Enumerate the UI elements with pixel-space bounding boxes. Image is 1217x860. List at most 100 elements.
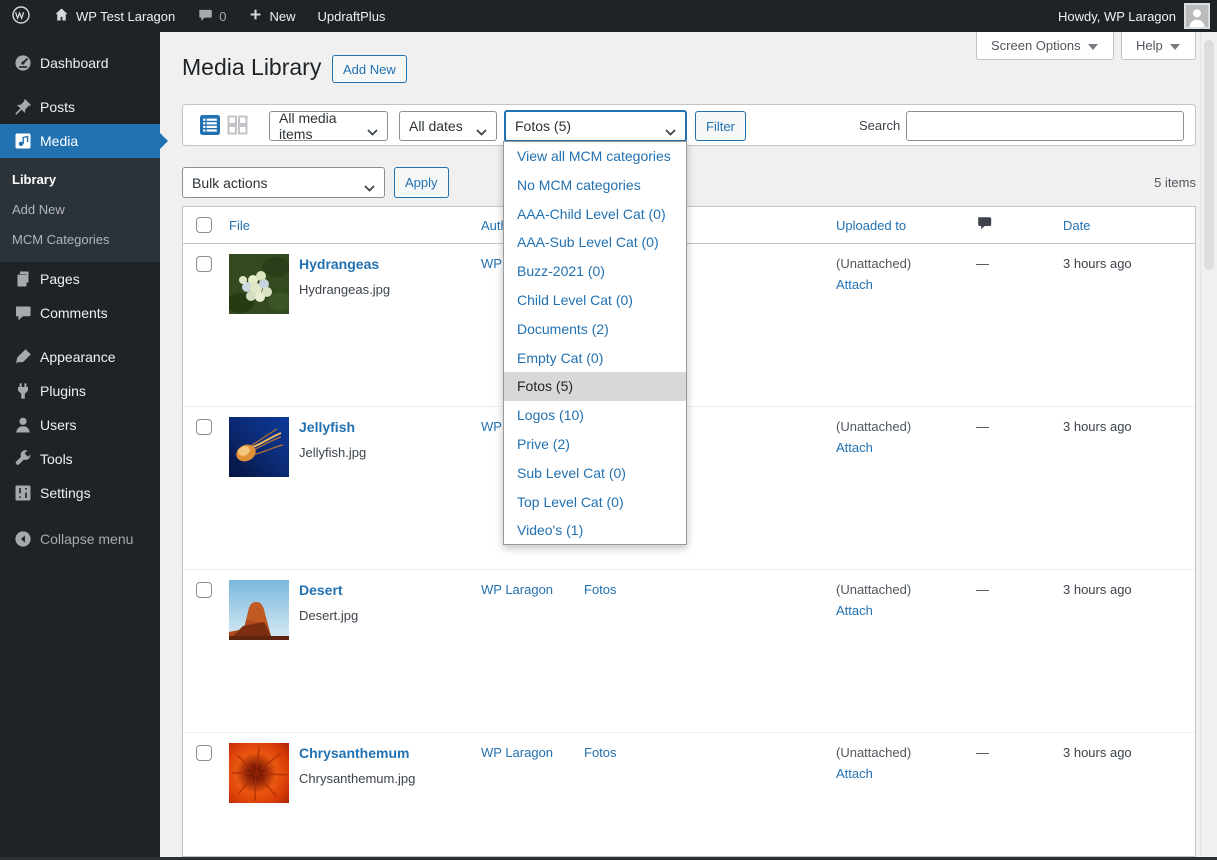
select-all-checkbox[interactable] <box>196 217 212 233</box>
comments-cell: — <box>963 733 1050 856</box>
row-checkbox[interactable] <box>196 419 212 435</box>
sidebar-item-users[interactable]: Users <box>0 408 160 442</box>
bulk-actions-select[interactable]: Bulk actions <box>182 167 385 198</box>
howdy-account-menu[interactable]: Howdy, WP Laragon <box>1058 9 1176 24</box>
media-title-link[interactable]: Chrysanthemum <box>299 745 409 761</box>
sidebar-item-add-new[interactable]: Add New <box>0 195 160 225</box>
media-title-link[interactable]: Jellyfish <box>299 419 355 435</box>
scrollbar-track[interactable] <box>1200 32 1217 860</box>
unattached-label: (Unattached) <box>836 419 912 434</box>
media-thumbnail-jellyfish[interactable] <box>229 417 289 477</box>
dropdown-option[interactable]: Buzz-2021 (0) <box>504 257 686 286</box>
row-checkbox[interactable] <box>196 745 212 761</box>
list-view-button[interactable] <box>200 115 220 135</box>
grid-view-button[interactable] <box>227 115 248 135</box>
file-cell: Desert Desert.jpg <box>216 570 468 732</box>
site-name-menu[interactable]: WP Test Laragon <box>42 0 186 32</box>
dropdown-option[interactable]: No MCM categories <box>504 171 686 200</box>
dropdown-option[interactable]: Documents (2) <box>504 315 686 344</box>
dropdown-option-selected[interactable]: Fotos (5) <box>504 372 686 402</box>
media-type-select[interactable]: All media items <box>269 110 388 142</box>
sidebar-item-media[interactable]: Media <box>0 124 168 158</box>
dropdown-option[interactable]: AAA-Child Level Cat (0) <box>504 200 686 229</box>
file-info: Chrysanthemum Chrysanthemum.jpg <box>299 743 415 786</box>
scrollbar-thumb[interactable] <box>1204 40 1214 270</box>
media-thumbnail-chrysanthemum[interactable] <box>229 743 289 803</box>
date-cell: 3 hours ago <box>1050 733 1195 856</box>
media-thumbnail-desert[interactable] <box>229 580 289 640</box>
dropdown-option[interactable]: Child Level Cat (0) <box>504 286 686 315</box>
attach-link[interactable]: Attach <box>836 277 873 292</box>
column-header-comments[interactable] <box>963 215 1050 235</box>
unattached-label: (Unattached) <box>836 256 912 271</box>
column-header-date[interactable]: Date <box>1050 218 1195 233</box>
attach-link[interactable]: Attach <box>836 440 873 455</box>
comments-column-icon <box>978 217 992 230</box>
sidebar-label: Dashboard <box>40 55 109 71</box>
sidebar-item-comments[interactable]: Comments <box>0 296 160 330</box>
sidebar-label: Media <box>40 133 79 149</box>
sidebar-label: Appearance <box>40 349 116 365</box>
category-filter-value: Fotos (5) <box>515 118 572 134</box>
filter-button[interactable]: Filter <box>695 111 746 141</box>
no-comments-dash: — <box>976 419 989 434</box>
date-filter-select[interactable]: All dates <box>399 111 497 141</box>
sidebar-item-appearance[interactable]: Appearance <box>0 340 160 374</box>
file-info: Desert Desert.jpg <box>299 580 358 623</box>
dropdown-option[interactable]: Top Level Cat (0) <box>504 488 686 517</box>
media-title-link[interactable]: Desert <box>299 582 343 598</box>
sidebar-item-dashboard[interactable]: Dashboard <box>0 46 160 80</box>
sidebar-item-mcm-categories[interactable]: MCM Categories <box>0 225 160 255</box>
pushpin-icon <box>13 97 33 117</box>
comments-menu[interactable]: 0 <box>186 0 237 32</box>
attach-link[interactable]: Attach <box>836 766 873 781</box>
wordpress-logo-menu[interactable] <box>0 0 42 32</box>
category-link[interactable]: Fotos <box>584 582 617 597</box>
row-checkbox[interactable] <box>196 256 212 272</box>
dropdown-option[interactable]: View all MCM categories <box>504 142 686 171</box>
column-header-file[interactable]: File <box>216 218 468 233</box>
row-select-cell <box>183 733 216 856</box>
author-link[interactable]: WP Laragon <box>481 745 553 760</box>
attach-link[interactable]: Attach <box>836 603 873 618</box>
sidebar-item-library[interactable]: Library <box>0 165 160 195</box>
column-header-uploaded-to[interactable]: Uploaded to <box>823 218 963 233</box>
comments-cell: — <box>963 407 1050 569</box>
add-new-button[interactable]: Add New <box>332 55 407 83</box>
dropdown-option[interactable]: Empty Cat (0) <box>504 344 686 373</box>
sidebar-label: Posts <box>40 99 76 115</box>
media-filename: Chrysanthemum.jpg <box>299 771 416 786</box>
help-tab[interactable]: Help <box>1121 32 1196 60</box>
help-label: Help <box>1136 38 1163 53</box>
search-input[interactable] <box>906 111 1184 141</box>
select-all-cell <box>183 217 216 233</box>
sidebar-item-settings[interactable]: Settings <box>0 476 160 510</box>
dropdown-option[interactable]: AAA-Sub Level Cat (0) <box>504 228 686 257</box>
media-title-link[interactable]: Hydrangeas <box>299 256 379 272</box>
sidebar-item-posts[interactable]: Posts <box>0 90 160 124</box>
sidebar-item-tools[interactable]: Tools <box>0 442 160 476</box>
author-link[interactable]: WP Laragon <box>481 582 553 597</box>
row-checkbox[interactable] <box>196 582 212 598</box>
dropdown-option[interactable]: Sub Level Cat (0) <box>504 459 686 488</box>
sidebar-item-pages[interactable]: Pages <box>0 262 160 296</box>
category-filter-select[interactable]: Fotos (5) <box>504 110 687 142</box>
dropdown-option[interactable]: Prive (2) <box>504 430 686 459</box>
dropdown-option[interactable]: Video's (1) <box>504 516 686 544</box>
sidebar-item-plugins[interactable]: Plugins <box>0 374 160 408</box>
wordpress-logo-icon <box>11 5 31 28</box>
collapse-menu-label: Collapse menu <box>40 531 134 547</box>
collapse-menu-button[interactable]: Collapse menu <box>0 522 160 556</box>
admin-menu: Dashboard Posts Media Library Add New MC… <box>0 32 168 556</box>
categories-cell: Fotos <box>571 570 823 732</box>
new-content-menu[interactable]: New <box>237 0 306 32</box>
media-thumbnail-hydrangeas[interactable] <box>226 254 292 314</box>
dropdown-option[interactable]: Logos (10) <box>504 401 686 430</box>
category-link[interactable]: Fotos <box>584 745 617 760</box>
date-value: 3 hours ago <box>1063 582 1132 597</box>
screen-options-tab[interactable]: Screen Options <box>976 32 1114 60</box>
updraftplus-menu[interactable]: UpdraftPlus <box>307 0 397 32</box>
media-submenu: Library Add New MCM Categories <box>0 158 160 262</box>
user-avatar[interactable] <box>1184 3 1210 29</box>
apply-button[interactable]: Apply <box>394 167 449 198</box>
